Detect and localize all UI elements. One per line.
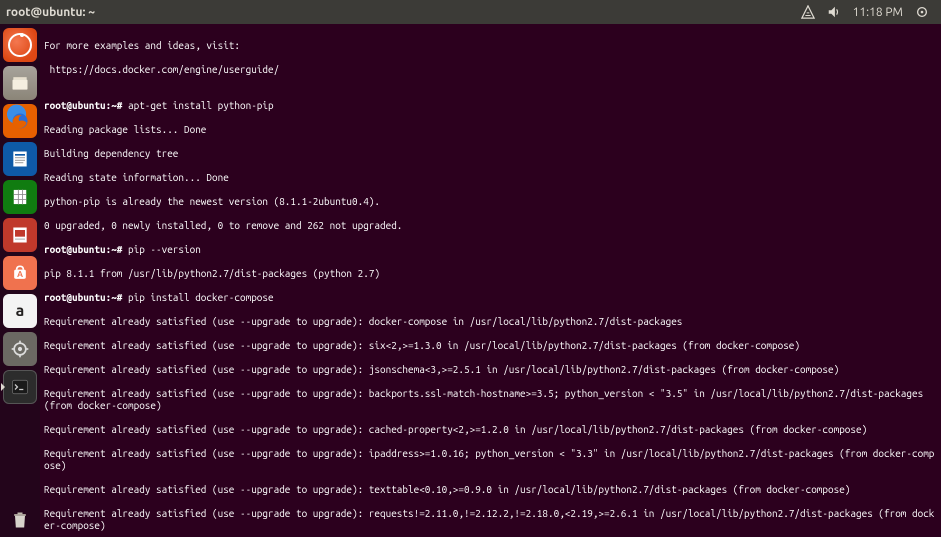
terminal-output[interactable]: For more examples and ideas, visit: http… xyxy=(40,24,941,537)
term-line: For more examples and ideas, visit: xyxy=(44,40,937,52)
terminal-icon xyxy=(10,377,30,397)
sound-indicator[interactable] xyxy=(821,5,847,19)
prompt: root@ubuntu:~# xyxy=(44,292,122,303)
gear-icon xyxy=(915,5,929,19)
cmd: pip install docker-compose xyxy=(122,292,273,303)
term-line: root@ubuntu:~# pip install docker-compos… xyxy=(44,292,937,304)
libreoffice-calc-app[interactable] xyxy=(3,180,37,214)
software-icon: A xyxy=(10,263,30,283)
term-line: python-pip is already the newest version… xyxy=(44,196,937,208)
term-line: Requirement already satisfied (use --upg… xyxy=(44,364,937,376)
top-panel: root@ubuntu: ~ 11:18 PM xyxy=(0,0,941,24)
term-line: root@ubuntu:~# pip --version xyxy=(44,244,937,256)
session-indicator[interactable] xyxy=(909,5,935,19)
terminal-app[interactable] xyxy=(3,370,37,404)
clock[interactable]: 11:18 PM xyxy=(847,6,909,19)
settings-gear-icon xyxy=(10,339,30,359)
writer-icon xyxy=(10,149,30,169)
term-line: Requirement already satisfied (use --upg… xyxy=(44,484,937,496)
files-app[interactable] xyxy=(3,66,37,100)
ubuntu-logo-icon xyxy=(8,33,32,57)
term-line: https://docs.docker.com/engine/userguide… xyxy=(44,64,937,76)
files-icon xyxy=(10,73,30,93)
trash-icon xyxy=(10,510,30,530)
libreoffice-impress-app[interactable] xyxy=(3,218,37,252)
network-icon xyxy=(801,5,815,19)
term-line: Reading package lists... Done xyxy=(44,124,937,136)
svg-text:A: A xyxy=(17,269,23,279)
term-line: Requirement already satisfied (use --upg… xyxy=(44,508,937,532)
prompt: root@ubuntu:~# xyxy=(44,100,122,111)
trash-app[interactable] xyxy=(3,503,37,537)
prompt: root@ubuntu:~# xyxy=(44,244,122,255)
window-title: root@ubuntu: ~ xyxy=(6,6,95,19)
system-settings-app[interactable] xyxy=(3,332,37,366)
term-line: root@ubuntu:~# apt-get install python-pi… xyxy=(44,100,937,112)
term-line: Requirement already satisfied (use --upg… xyxy=(44,424,937,436)
firefox-icon xyxy=(10,111,30,131)
dash-button[interactable] xyxy=(3,28,37,62)
amazon-app[interactable]: a xyxy=(3,294,37,328)
term-line: Requirement already satisfied (use --upg… xyxy=(44,340,937,352)
term-line: Reading state information... Done xyxy=(44,172,937,184)
speaker-icon xyxy=(827,5,841,19)
term-line: pip 8.1.1 from /usr/lib/python2.7/dist-p… xyxy=(44,268,937,280)
term-line: Requirement already satisfied (use --upg… xyxy=(44,316,937,328)
firefox-app[interactable] xyxy=(3,104,37,138)
launcher: A a xyxy=(0,24,40,537)
term-line: Building dependency tree xyxy=(44,148,937,160)
term-line: Requirement already satisfied (use --upg… xyxy=(44,388,937,412)
calc-icon xyxy=(10,187,30,207)
ubuntu-software-app[interactable]: A xyxy=(3,256,37,290)
term-line: 0 upgraded, 0 newly installed, 0 to remo… xyxy=(44,220,937,232)
amazon-icon: a xyxy=(16,302,25,320)
libreoffice-writer-app[interactable] xyxy=(3,142,37,176)
term-line: Requirement already satisfied (use --upg… xyxy=(44,448,937,472)
cmd: apt-get install python-pip xyxy=(122,100,273,111)
network-indicator[interactable] xyxy=(795,5,821,19)
cmd: pip --version xyxy=(122,244,200,255)
impress-icon xyxy=(10,225,30,245)
